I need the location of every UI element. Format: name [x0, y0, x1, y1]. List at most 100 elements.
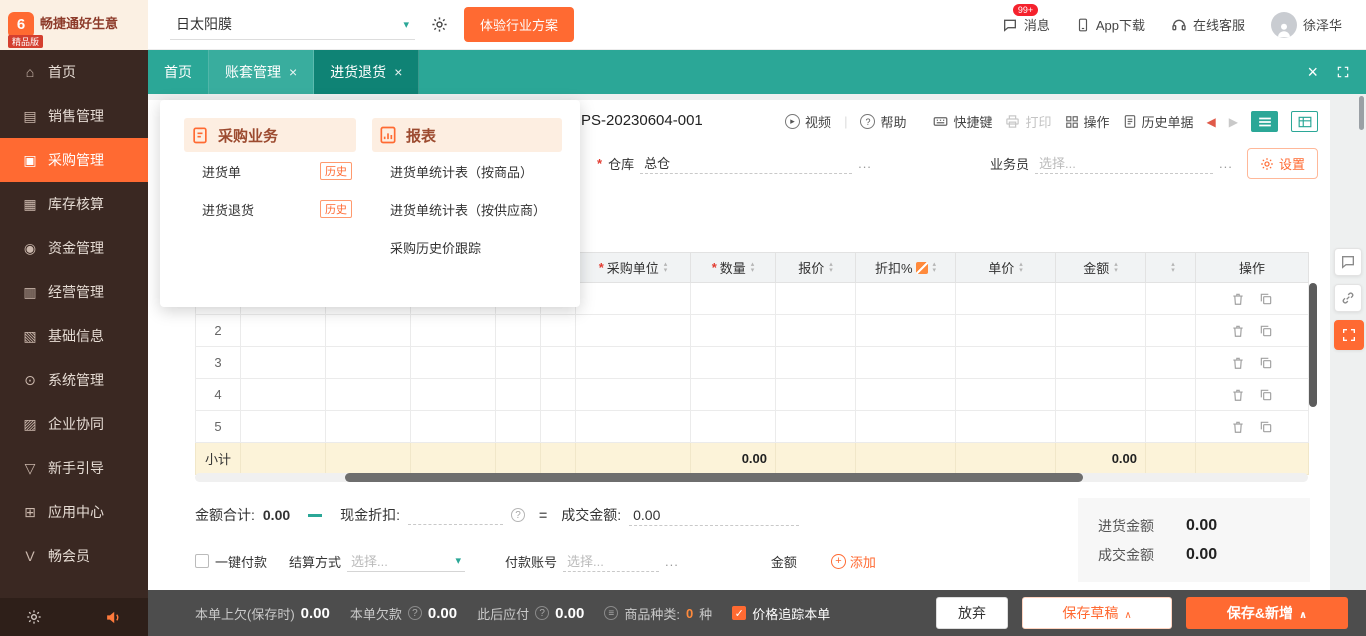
cell[interactable]: [1146, 283, 1196, 315]
tab-home[interactable]: 首页: [148, 50, 209, 94]
cell[interactable]: [1146, 379, 1196, 411]
col-header-quantity[interactable]: *数量▴▾: [691, 253, 776, 283]
help-button[interactable]: ?帮助: [860, 112, 906, 131]
sidebar-item-app-center[interactable]: ⊞应用中心: [0, 490, 148, 534]
video-help-button[interactable]: ▸视频: [785, 112, 831, 131]
close-all-tabs-icon[interactable]: ×: [1307, 62, 1318, 83]
salesman-select[interactable]: 选择...: [1035, 152, 1213, 174]
cell[interactable]: [241, 411, 326, 443]
cell[interactable]: [326, 347, 411, 379]
cell[interactable]: [541, 379, 576, 411]
cell[interactable]: [1056, 379, 1146, 411]
cell[interactable]: [1146, 347, 1196, 379]
sidebar-item-guide[interactable]: ▽新手引导: [0, 446, 148, 490]
cell[interactable]: [1056, 283, 1146, 315]
sidebar-item-inventory[interactable]: ▦库存核算: [0, 182, 148, 226]
help-icon[interactable]: ?: [511, 508, 525, 522]
cell[interactable]: [241, 315, 326, 347]
menu-item-report-by-product[interactable]: 进货单统计表（按商品）: [372, 152, 562, 190]
menu-item-purchase-return[interactable]: 进货退货 历史: [184, 190, 356, 228]
cell[interactable]: [576, 347, 691, 379]
cell[interactable]: [776, 347, 856, 379]
col-header-quote[interactable]: 报价▴▾: [776, 253, 856, 283]
copy-row-icon[interactable]: [1259, 388, 1273, 402]
cell[interactable]: [576, 379, 691, 411]
close-tab-icon[interactable]: ×: [394, 64, 402, 80]
cell[interactable]: [856, 411, 956, 443]
copy-row-icon[interactable]: [1259, 420, 1273, 434]
col-header-unit-price[interactable]: 单价▴▾: [956, 253, 1056, 283]
sidebar-item-base-info[interactable]: ▧基础信息: [0, 314, 148, 358]
cell[interactable]: [541, 315, 576, 347]
list-view-toggle[interactable]: [1251, 111, 1278, 132]
delete-row-icon[interactable]: [1231, 292, 1245, 306]
cell[interactable]: [326, 315, 411, 347]
cell[interactable]: [496, 379, 541, 411]
sidebar-item-member[interactable]: V畅会员: [0, 534, 148, 578]
cell[interactable]: [956, 315, 1056, 347]
cell[interactable]: [411, 411, 496, 443]
online-service-button[interactable]: 在线客服: [1171, 15, 1245, 34]
cell[interactable]: [776, 283, 856, 315]
cell[interactable]: [576, 411, 691, 443]
warehouse-more-button[interactable]: ...: [858, 156, 872, 171]
copy-row-icon[interactable]: [1259, 356, 1273, 370]
menu-item-price-history-track[interactable]: 采购历史价跟踪: [372, 228, 562, 266]
cell[interactable]: [241, 379, 326, 411]
menu-item-report-by-supplier[interactable]: 进货单统计表（按供应商）: [372, 190, 562, 228]
warehouse-select[interactable]: 总仓: [640, 152, 852, 174]
cell[interactable]: [496, 315, 541, 347]
page-vertical-scrollbar[interactable]: [1359, 96, 1364, 130]
col-header-purchase-unit[interactable]: *采购单位▴▾: [576, 253, 691, 283]
cell[interactable]: [856, 283, 956, 315]
copy-row-icon[interactable]: [1259, 324, 1273, 338]
sort-icon[interactable]: ▴▾: [829, 262, 833, 274]
sort-icon[interactable]: ▴▾: [933, 262, 937, 274]
cell[interactable]: [541, 347, 576, 379]
expand-panel-button[interactable]: [1334, 320, 1364, 350]
save-and-new-button[interactable]: 保存&新增∧: [1186, 597, 1348, 629]
scrollbar-thumb[interactable]: [1309, 283, 1317, 407]
scrollbar-thumb[interactable]: [345, 473, 1083, 482]
cell[interactable]: [411, 379, 496, 411]
help-icon[interactable]: ?: [535, 606, 549, 620]
cell[interactable]: [776, 315, 856, 347]
menu-item-purchase-order[interactable]: 进货单 历史: [184, 152, 356, 190]
add-payment-button[interactable]: +添加: [831, 552, 876, 571]
tab-purchase-return[interactable]: 进货退货×: [314, 50, 419, 94]
sidebar-item-purchase[interactable]: ▣采购管理: [0, 138, 148, 182]
cell[interactable]: [326, 411, 411, 443]
price-track-toggle[interactable]: ✓ 价格追踪本单: [732, 604, 830, 623]
messages-button[interactable]: 99+ 消息: [1002, 15, 1050, 34]
cell[interactable]: [691, 315, 776, 347]
tab-account-management[interactable]: 账套管理×: [209, 50, 314, 94]
cell[interactable]: [576, 283, 691, 315]
cell[interactable]: [1056, 347, 1146, 379]
cell[interactable]: [691, 347, 776, 379]
settlement-method-select[interactable]: 选择...▾: [347, 550, 465, 572]
col-header-amount[interactable]: 金额▴▾: [1056, 253, 1146, 283]
cell[interactable]: [1146, 315, 1196, 347]
delete-row-icon[interactable]: [1231, 356, 1245, 370]
account-select[interactable]: 日太阳膜 ▾: [170, 9, 415, 40]
col-header-extra[interactable]: ▴▾: [1146, 253, 1196, 283]
save-draft-button[interactable]: 保存草稿∧: [1022, 597, 1172, 629]
fullscreen-icon[interactable]: [1336, 65, 1350, 79]
delete-row-icon[interactable]: [1231, 388, 1245, 402]
user-menu[interactable]: 徐泽华: [1271, 12, 1342, 38]
cell[interactable]: [411, 347, 496, 379]
sort-icon[interactable]: ▴▾: [1019, 262, 1023, 274]
sort-icon[interactable]: ▴▾: [1171, 262, 1175, 274]
app-download-button[interactable]: App下载: [1076, 15, 1145, 34]
history-badge[interactable]: 历史: [320, 162, 352, 180]
sort-icon[interactable]: ▴▾: [664, 262, 668, 274]
cell[interactable]: [1056, 315, 1146, 347]
cash-discount-input[interactable]: [408, 505, 503, 525]
delete-row-icon[interactable]: [1231, 324, 1245, 338]
sidebar-item-funds[interactable]: ◉资金管理: [0, 226, 148, 270]
cell[interactable]: [496, 411, 541, 443]
cell[interactable]: [576, 315, 691, 347]
sidebar-item-system[interactable]: ⊙系统管理: [0, 358, 148, 402]
history-badge[interactable]: 历史: [320, 200, 352, 218]
account-settings-gear-icon[interactable]: [431, 16, 448, 33]
